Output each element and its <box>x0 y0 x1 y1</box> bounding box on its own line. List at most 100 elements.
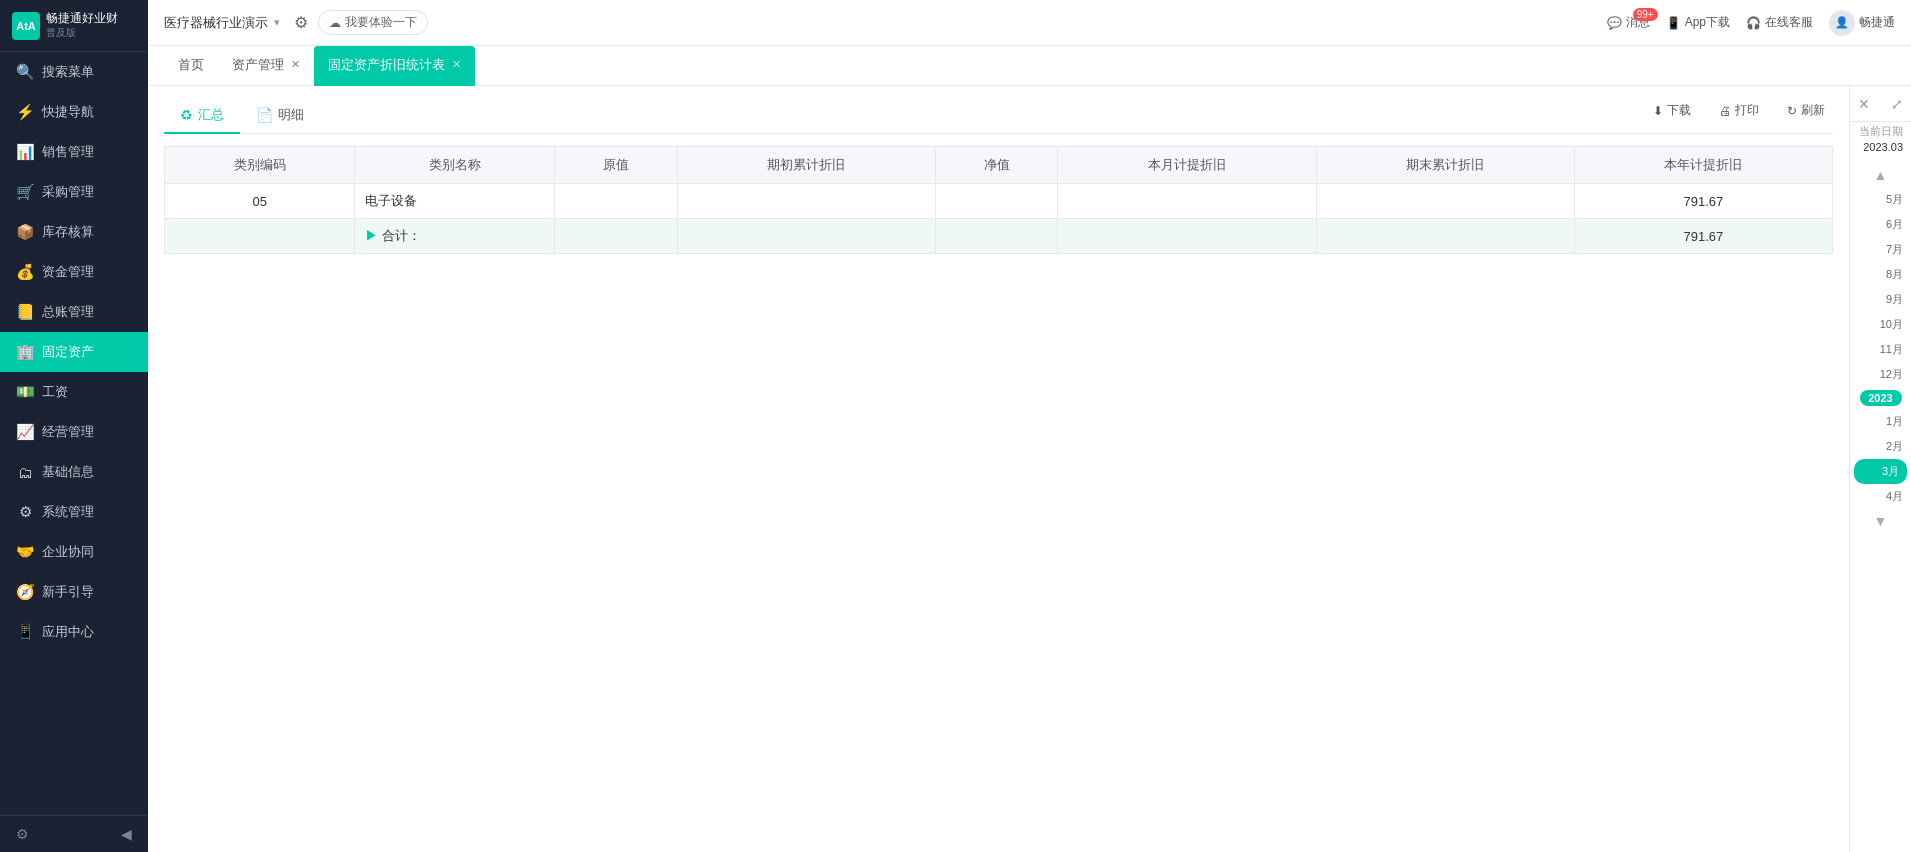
sidebar-item-appcenter[interactable]: 📱 应用中心 <box>0 612 148 652</box>
tab-home[interactable]: 首页 <box>164 46 218 86</box>
sidebar-item-fixed[interactable]: 🏢 固定资产 <box>0 332 148 372</box>
main-area: 医疗器械行业演示 ▾ ⚙ ☁ 我要体验一下 💬 消息 99+ 📱 App下载 🎧… <box>148 0 1911 852</box>
timeline-month-2[interactable]: 2月 <box>1850 434 1911 459</box>
close-icon[interactable]: ✕ <box>1858 96 1870 112</box>
timeline-month-1[interactable]: 1月 <box>1850 409 1911 434</box>
refresh-button[interactable]: ↻ 刷新 <box>1779 98 1833 123</box>
download-icon: 📱 <box>1666 16 1681 30</box>
header-settings-icon[interactable]: ⚙ <box>294 13 308 32</box>
download-icon: ⬇ <box>1653 104 1663 118</box>
expand-icon[interactable]: ⤢ <box>1891 96 1903 112</box>
tab-asset[interactable]: 资产管理 ✕ <box>218 46 314 86</box>
sidebar-item-payroll[interactable]: 💵 工资 <box>0 372 148 412</box>
handshake-icon: 🤝 <box>16 543 34 561</box>
total-label: ▶ 合计： <box>355 219 555 254</box>
sidebar-item-label: 资金管理 <box>42 263 94 281</box>
tab-close-depreciation[interactable]: ✕ <box>452 58 461 71</box>
timeline-month-5[interactable]: 5月 <box>1850 187 1911 212</box>
tab-close-asset[interactable]: ✕ <box>291 58 300 71</box>
timeline-month-4[interactable]: 4月 <box>1850 484 1911 509</box>
total-row: ▶ 合计： 791.67 <box>165 219 1833 254</box>
cell-accumulated <box>677 184 935 219</box>
content-main: ♻ 汇总 📄 明细 ⬇ 下载 🖨 打印 <box>148 86 1849 852</box>
print-button[interactable]: 🖨 打印 <box>1711 98 1767 123</box>
user-profile[interactable]: 👤 畅捷通 <box>1829 10 1895 36</box>
collapse-icon[interactable]: ◀ <box>121 826 132 842</box>
tab-bar: 首页 资产管理 ✕ 固定资产折旧统计表 ✕ <box>148 46 1911 86</box>
total-code <box>165 219 355 254</box>
timeline-month-6[interactable]: 6月 <box>1850 212 1911 237</box>
sub-tab-summary[interactable]: ♻ 汇总 <box>164 98 240 134</box>
header-right: 💬 消息 99+ 📱 App下载 🎧 在线客服 👤 畅捷通 <box>1607 10 1895 36</box>
timeline-month-3[interactable]: 3月 <box>1854 459 1907 484</box>
sub-tab-detail[interactable]: 📄 明细 <box>240 98 320 134</box>
right-panel-header: ✕ ⤢ <box>1850 86 1911 122</box>
building-icon: 🏢 <box>16 343 34 361</box>
sidebar-item-system[interactable]: ⚙ 系统管理 <box>0 492 148 532</box>
depreciation-table: 类别编码 类别名称 原值 期初累计折旧 净值 本月计提折旧 期末累计折旧 本年计… <box>164 146 1833 254</box>
table-header-row: 类别编码 类别名称 原值 期初累计折旧 净值 本月计提折旧 期末累计折旧 本年计… <box>165 147 1833 184</box>
experience-button[interactable]: ☁ 我要体验一下 <box>318 10 428 35</box>
total-accumulated <box>677 219 935 254</box>
timeline-month-12[interactable]: 12月 <box>1850 362 1911 387</box>
sidebar-item-label: 快捷导航 <box>42 103 94 121</box>
timeline-month-9[interactable]: 9月 <box>1850 287 1911 312</box>
date-label: 当前日期 <box>1850 122 1911 141</box>
company-selector[interactable]: 医疗器械行业演示 ▾ <box>164 14 280 32</box>
sidebar-item-label: 系统管理 <box>42 503 94 521</box>
timeline-up[interactable]: ▲ <box>1850 163 1911 187</box>
total-net <box>935 219 1058 254</box>
sub-tabs: ♻ 汇总 📄 明细 ⬇ 下载 🖨 打印 <box>164 98 1833 134</box>
sidebar-item-label: 应用中心 <box>42 623 94 641</box>
cell-net <box>935 184 1058 219</box>
logo-version: 普及版 <box>46 26 118 40</box>
timeline-month-8[interactable]: 8月 <box>1850 262 1911 287</box>
settings-footer-icon[interactable]: ⚙ <box>16 826 29 842</box>
sidebar-item-finance[interactable]: 💰 资金管理 <box>0 252 148 292</box>
chevron-down-icon: ▾ <box>274 16 280 29</box>
sidebar-item-label: 库存核算 <box>42 223 94 241</box>
folder-icon: 🗂 <box>16 464 34 481</box>
timeline-down[interactable]: ▼ <box>1850 509 1911 533</box>
col-annual: 本年计提折旧 <box>1574 147 1832 184</box>
col-accumulated: 期初累计折旧 <box>677 147 935 184</box>
table-row[interactable]: 05 电子设备 791.67 <box>165 184 1833 219</box>
company-name: 医疗器械行业演示 <box>164 14 268 32</box>
lightning-icon: ⚡ <box>16 103 34 121</box>
service-icon: 🎧 <box>1746 16 1761 30</box>
sidebar-item-label: 经营管理 <box>42 423 94 441</box>
message-button[interactable]: 💬 消息 99+ <box>1607 14 1650 31</box>
toolbar: ⬇ 下载 🖨 打印 ↻ 刷新 <box>1645 98 1833 123</box>
sidebar-item-label: 基础信息 <box>42 463 94 481</box>
box-icon: 📦 <box>16 223 34 241</box>
timeline-month-11[interactable]: 11月 <box>1850 337 1911 362</box>
sidebar-item-guide[interactable]: 🧭 新手引导 <box>0 572 148 612</box>
service-button[interactable]: 🎧 在线客服 <box>1746 14 1813 31</box>
download-button[interactable]: ⬇ 下载 <box>1645 98 1699 123</box>
sidebar-item-enterprise[interactable]: 🤝 企业协同 <box>0 532 148 572</box>
sidebar-item-operation[interactable]: 📈 经营管理 <box>0 412 148 452</box>
tab-depreciation[interactable]: 固定资产折旧统计表 ✕ <box>314 46 475 86</box>
total-original <box>555 219 678 254</box>
sidebar-item-search[interactable]: 🔍 搜索菜单 <box>0 52 148 92</box>
sidebar-item-basic[interactable]: 🗂 基础信息 <box>0 452 148 492</box>
cell-code: 05 <box>165 184 355 219</box>
sidebar-item-label: 固定资产 <box>42 343 94 361</box>
timeline-month-7[interactable]: 7月 <box>1850 237 1911 262</box>
sidebar-item-ledger[interactable]: 📒 总账管理 <box>0 292 148 332</box>
app-download-button[interactable]: 📱 App下载 <box>1666 14 1730 31</box>
sidebar-item-purchase[interactable]: 🛒 采购管理 <box>0 172 148 212</box>
sidebar-item-quicknav[interactable]: ⚡ 快捷导航 <box>0 92 148 132</box>
timeline-month-10[interactable]: 10月 <box>1850 312 1911 337</box>
cell-name: 电子设备 <box>355 184 555 219</box>
message-badge: 99+ <box>1633 8 1658 21</box>
sidebar-item-sales[interactable]: 📊 销售管理 <box>0 132 148 172</box>
sidebar-item-label: 新手引导 <box>42 583 94 601</box>
sidebar-item-inventory[interactable]: 📦 库存核算 <box>0 212 148 252</box>
logo-text: 畅捷通好业财 <box>46 11 118 27</box>
summary-icon: ♻ <box>180 107 193 123</box>
search-icon: 🔍 <box>16 63 34 81</box>
expand-icon[interactable]: ▶ <box>365 228 378 243</box>
header: 医疗器械行业演示 ▾ ⚙ ☁ 我要体验一下 💬 消息 99+ 📱 App下载 🎧… <box>148 0 1911 46</box>
sidebar-item-label: 企业协同 <box>42 543 94 561</box>
